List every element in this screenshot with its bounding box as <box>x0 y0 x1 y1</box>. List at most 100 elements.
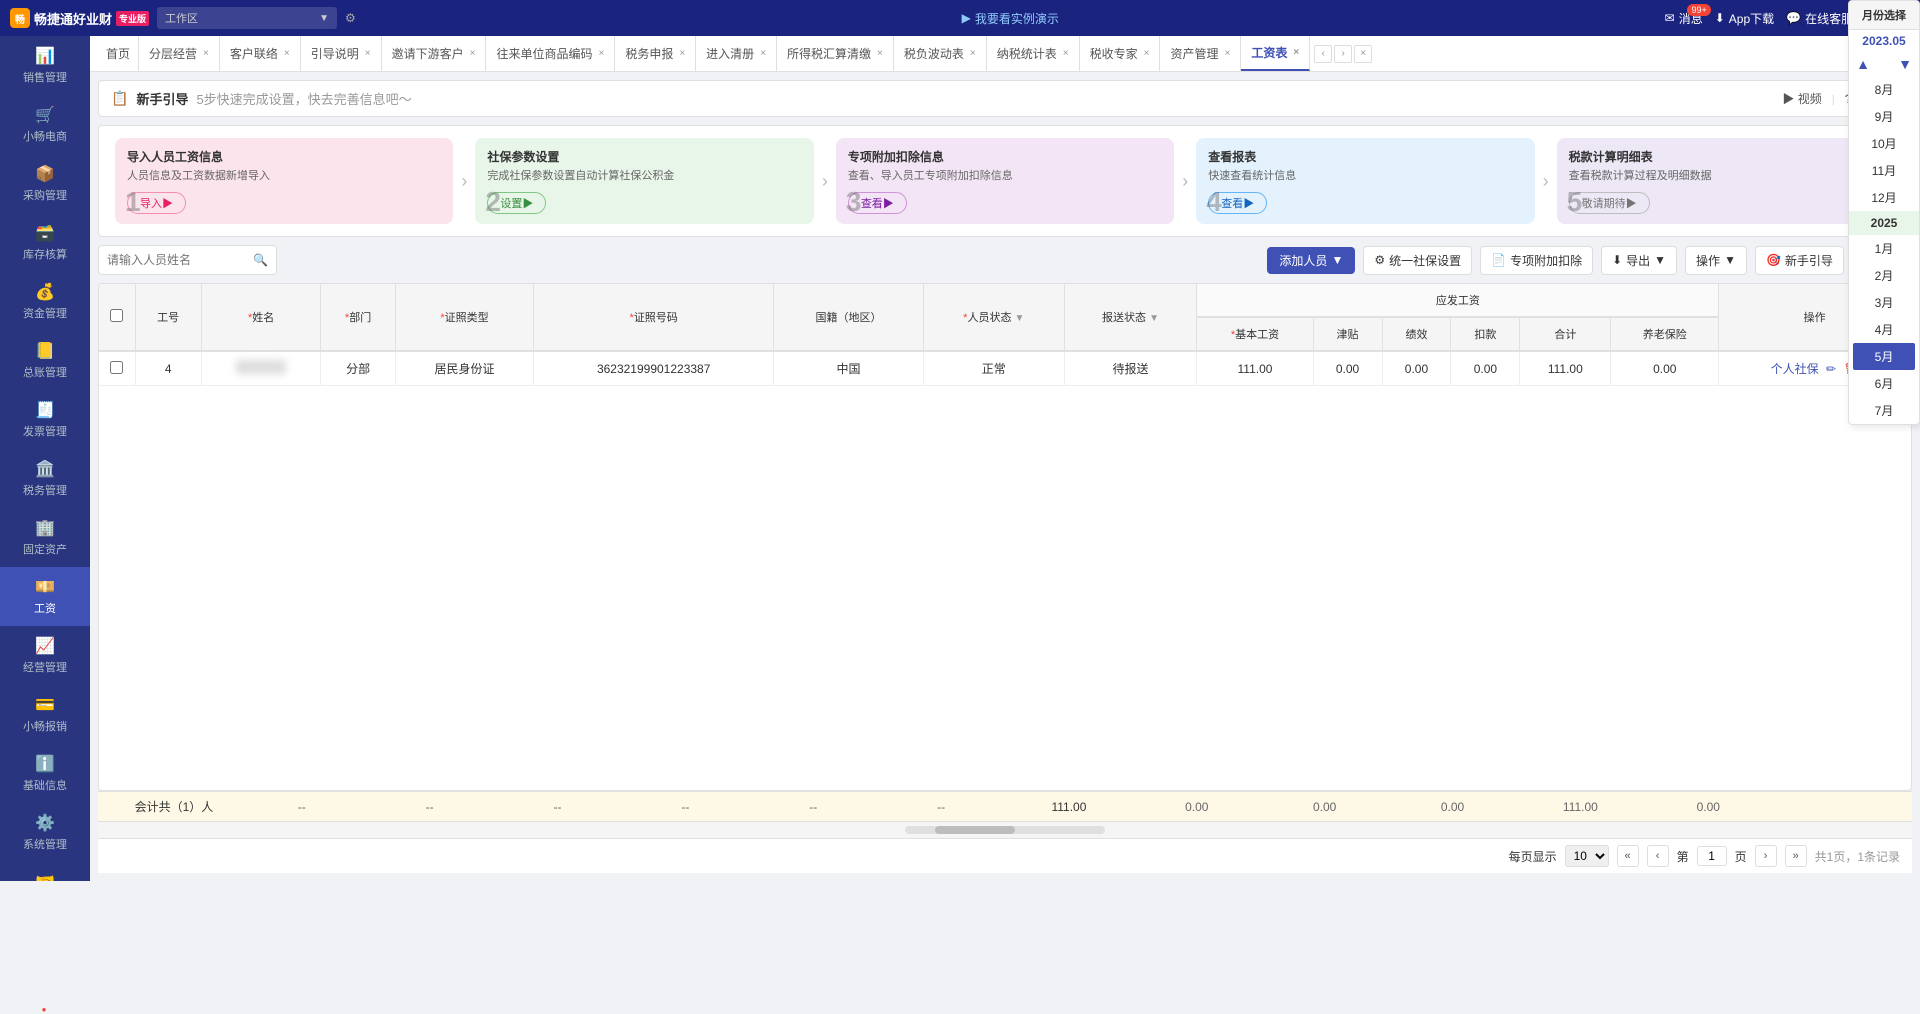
sidebar-item-purchase[interactable]: 📦 采购管理 <box>0 154 90 213</box>
tab-close-taxburden[interactable]: × <box>970 48 976 59</box>
search-box[interactable]: 🔍 <box>98 245 277 275</box>
cell-status: 正常 <box>923 351 1064 386</box>
ecommerce-icon: 🛒 <box>35 105 55 125</box>
tab-close-product[interactable]: × <box>598 48 604 59</box>
sidebar-label-system: 系统管理 <box>23 836 67 852</box>
tab-tax-stats[interactable]: 纳税统计表 × <box>987 36 1080 71</box>
month-item-7[interactable]: 7月 <box>1849 397 1919 424</box>
month-nav-up[interactable]: ▲ <box>1853 54 1873 74</box>
app-download-button[interactable]: ⬇ App下载 <box>1715 10 1774 27</box>
step-5-num: 5 <box>1567 186 1583 218</box>
tab-close-invite[interactable]: × <box>470 48 476 59</box>
search-input[interactable] <box>107 253 247 267</box>
export-button[interactable]: ⬇ 导出 ▼ <box>1601 246 1677 275</box>
tab-stratified[interactable]: 分层经营 × <box>139 36 220 71</box>
scroll-track[interactable] <box>905 826 1105 834</box>
tab-close-incometax[interactable]: × <box>877 48 883 59</box>
tab-customer[interactable]: 客户联络 × <box>220 36 301 71</box>
page-number-input[interactable] <box>1697 846 1727 866</box>
newbie-guide-button[interactable]: 🎯 新手引导 <box>1755 246 1844 275</box>
sidebar-item-basic[interactable]: ℹ️ 基础信息 <box>0 744 90 803</box>
tab-tax-burden[interactable]: 税负波动表 × <box>894 36 987 71</box>
tab-close-taxreturn[interactable]: × <box>679 48 685 59</box>
month-nav-down[interactable]: ▼ <box>1895 54 1915 74</box>
month-item-1[interactable]: 1月 <box>1849 235 1919 262</box>
video-link[interactable]: ▶ 视频 <box>1782 90 1821 107</box>
sidebar-item-tax[interactable]: 🏛️ 税务管理 <box>0 449 90 508</box>
tab-close-stratified[interactable]: × <box>203 48 209 59</box>
tab-next-btn[interactable]: › <box>1334 45 1352 63</box>
settings-icon[interactable]: ⚙ <box>345 11 356 25</box>
tab-close-taxexpert[interactable]: × <box>1144 48 1150 59</box>
scroll-thumb[interactable] <box>935 826 1015 834</box>
tab-payroll[interactable]: 工资表 × <box>1241 36 1310 71</box>
month-item-2[interactable]: 2月 <box>1849 262 1919 289</box>
demo-button[interactable]: ▶ 我要看实例演示 <box>962 10 1059 27</box>
tab-invite[interactable]: 邀请下游客户 × <box>382 36 487 71</box>
sidebar-item-operations[interactable]: 📈 经营管理 <box>0 626 90 685</box>
message-button[interactable]: ✉ 消息 99+ <box>1665 10 1703 27</box>
special-deduction-button[interactable]: 📄 专项附加扣除 <box>1480 246 1593 275</box>
step-1-desc: 人员信息及工资数据新增导入 <box>127 169 441 184</box>
th-checkbox[interactable] <box>99 284 135 351</box>
month-item-12[interactable]: 12月 <box>1849 184 1919 211</box>
sidebar-item-system[interactable]: ⚙️ 系统管理 <box>0 803 90 862</box>
tab-close-payroll[interactable]: × <box>1293 47 1299 58</box>
tab-tax-expert[interactable]: 税收专家 × <box>1080 36 1161 71</box>
month-item-9[interactable]: 9月 <box>1849 103 1919 130</box>
unify-settings-button[interactable]: ⚙ 统一社保设置 <box>1363 246 1472 275</box>
send-filter-icon[interactable]: ▼ <box>1149 313 1159 324</box>
system-icon: ⚙️ <box>35 813 55 833</box>
sidebar-item-ledger[interactable]: 📒 总账管理 <box>0 331 90 390</box>
tab-prev-btn[interactable]: ‹ <box>1314 45 1332 63</box>
sidebar-item-sales[interactable]: 📊 销售管理 <box>0 36 90 95</box>
tab-income-tax[interactable]: 所得税汇算清缴 × <box>777 36 894 71</box>
tab-close-all-btn[interactable]: × <box>1354 45 1372 63</box>
row-checkbox-cell[interactable] <box>99 351 135 386</box>
tab-home[interactable]: 首页 <box>98 36 139 71</box>
op-social-insurance[interactable]: 个人社保 <box>1771 362 1819 376</box>
tab-product-code[interactable]: 往来单位商品编码 × <box>486 36 615 71</box>
tab-close-customer[interactable]: × <box>284 48 290 59</box>
tab-guide[interactable]: 引导说明 × <box>301 36 382 71</box>
sidebar-item-assets[interactable]: 🏢 固定资产 <box>0 508 90 567</box>
sidebar-item-invoice[interactable]: 🧾 发票管理 <box>0 390 90 449</box>
horizontal-scrollbar[interactable] <box>98 821 1912 838</box>
sidebar-item-payroll[interactable]: 💴 工资 <box>0 567 90 626</box>
month-item-3[interactable]: 3月 <box>1849 289 1919 316</box>
next-page-btn[interactable]: › <box>1755 845 1777 867</box>
select-all-checkbox[interactable] <box>110 309 123 322</box>
sidebar-item-collab[interactable]: 🤝 企业协同 <box>0 862 90 881</box>
tab-clearance[interactable]: 进入清册 × <box>696 36 777 71</box>
month-item-8[interactable]: 8月 <box>1849 76 1919 103</box>
row-checkbox[interactable] <box>110 361 123 374</box>
month-item-4[interactable]: 4月 <box>1849 316 1919 343</box>
sidebar-item-inventory[interactable]: 🗃️ 库存核算 <box>0 213 90 272</box>
sidebar-label-ledger: 总账管理 <box>23 364 67 380</box>
tab-close-taxstats[interactable]: × <box>1063 48 1069 59</box>
tab-asset-mgmt[interactable]: 资产管理 × <box>1160 36 1241 71</box>
page-size-select[interactable]: 10 <box>1565 845 1609 867</box>
add-person-button[interactable]: 添加人员 ▼ <box>1267 247 1355 274</box>
actions-button[interactable]: 操作 ▼ <box>1685 246 1747 275</box>
tab-close-asset[interactable]: × <box>1224 48 1230 59</box>
op-edit-icon[interactable]: ✏ <box>1826 362 1836 376</box>
step-arrow-1: › <box>457 171 471 192</box>
tab-close-clearance[interactable]: × <box>760 48 766 59</box>
tab-tax-return[interactable]: 税务申报 × <box>615 36 696 71</box>
month-item-5[interactable]: 5月 <box>1853 343 1915 370</box>
month-item-11[interactable]: 11月 <box>1849 157 1919 184</box>
status-filter-icon[interactable]: ▼ <box>1015 313 1025 324</box>
last-page-btn[interactable]: » <box>1785 845 1807 867</box>
sidebar-item-finance[interactable]: 💰 资金管理 <box>0 272 90 331</box>
workspace-selector[interactable]: 工作区 ▼ <box>157 7 337 29</box>
prev-page-btn[interactable]: ‹ <box>1647 845 1669 867</box>
month-item-6[interactable]: 6月 <box>1849 370 1919 397</box>
online-service-button[interactable]: 💬 在线客服 <box>1786 10 1853 27</box>
month-item-10[interactable]: 10月 <box>1849 130 1919 157</box>
sidebar-item-expense[interactable]: 💳 小畅报销 <box>0 685 90 744</box>
sidebar-item-ecommerce[interactable]: 🛒 小畅电商 <box>0 95 90 154</box>
tab-close-guide[interactable]: × <box>365 48 371 59</box>
payroll-icon: 💴 <box>35 577 55 597</box>
first-page-btn[interactable]: « <box>1617 845 1639 867</box>
